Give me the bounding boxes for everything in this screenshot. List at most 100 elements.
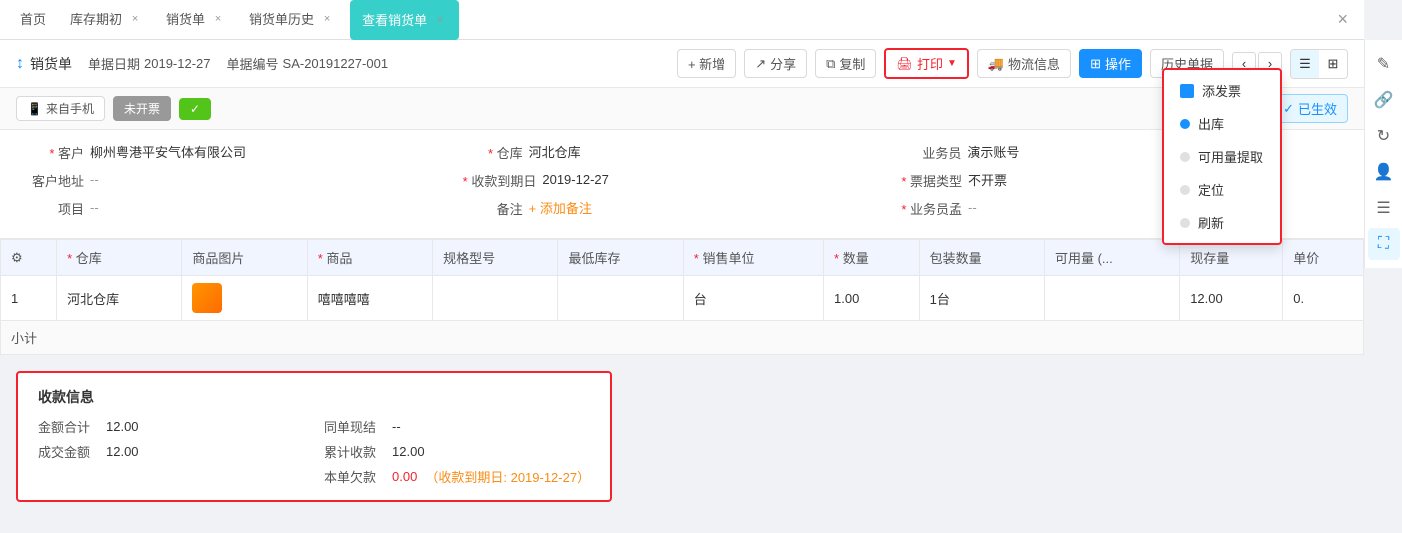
sidebar-list-icon[interactable]: ☰ <box>1368 192 1400 224</box>
total-amount-row: 金额合计 12.00 <box>38 417 304 436</box>
refresh-menu-icon <box>1180 218 1190 228</box>
remark-label: 备注 <box>463 199 523 218</box>
payment-section: 收款信息 金额合计 12.00 同单现结 -- 成交金额 12.00 累计收款 … <box>0 355 1364 518</box>
row-unit-price: 0. <box>1283 276 1364 321</box>
product-thumbnail <box>192 283 222 313</box>
arrears-value: 0.00 <box>392 469 417 484</box>
sub-toolbar: 📱 来自手机 未开票 ✓ ✓ 已核销 ✓ 已生效 <box>0 88 1364 130</box>
col-spec: 规格型号 <box>433 240 558 276</box>
tab-sales-close[interactable]: × <box>211 12 225 26</box>
doc-title: ↕ 销货单 <box>16 54 72 74</box>
row-product: 嘻嘻嘻嘻 <box>307 276 432 321</box>
col-product: 商品 <box>307 240 432 276</box>
sidebar-refresh-icon[interactable]: ↻ <box>1368 120 1400 152</box>
transaction-row: 成交金额 12.00 <box>38 442 304 461</box>
subtotal-label: 小计 <box>1 321 1364 355</box>
table-row: 1 河北仓库 嘻嘻嘻嘻 台 1.00 1台 12.00 0. <box>1 276 1364 321</box>
col-settings[interactable]: ⚙ <box>1 240 57 276</box>
view-grid-btn[interactable]: ⊞ <box>1319 50 1347 78</box>
same-order-row: 同单现结 -- <box>324 417 590 436</box>
logistics-button[interactable]: 🚚 物流信息 <box>977 49 1071 78</box>
outbound-icon <box>1180 119 1190 129</box>
effective-status[interactable]: ✓ 已生效 <box>1272 94 1348 123</box>
project-value: -- <box>90 200 463 216</box>
tab-home[interactable]: 首页 <box>8 0 58 40</box>
copy-button[interactable]: ⧉ 复制 <box>815 49 876 78</box>
project-field: 项目 -- <box>24 199 463 218</box>
sidebar-user-icon[interactable]: 👤 <box>1368 156 1400 188</box>
col-min-stock: 最低库存 <box>558 240 683 276</box>
tab-bar-close-btn[interactable]: × <box>1329 9 1356 30</box>
col-pack-qty: 包装数量 <box>919 240 1044 276</box>
copy-icon: ⧉ <box>826 56 835 72</box>
sidebar-expand-icon[interactable]: ⛶ <box>1368 228 1400 260</box>
tab-bar: 首页 库存期初 × 销货单 × 销货单历史 × 查看销货单 × × <box>0 0 1364 40</box>
tab-sales[interactable]: 销货单 × <box>154 0 237 40</box>
confirm-btn[interactable]: ✓ <box>179 98 211 120</box>
arrears-row: 本单欠款 0.00 （收款到期日: 2019-12-27） <box>324 467 590 486</box>
available-icon <box>1180 152 1190 162</box>
row-product-img <box>182 276 307 321</box>
transaction-value: 12.00 <box>106 444 139 459</box>
print-button[interactable]: 🖨 打印 ▼ <box>884 48 968 79</box>
not-opened-btn[interactable]: 未开票 <box>113 96 171 121</box>
transaction-label: 成交金额 <box>38 442 98 461</box>
project-label: 项目 <box>24 199 84 218</box>
address-field: 客户地址 -- <box>24 171 463 190</box>
warehouse-label: 仓库 <box>463 143 523 162</box>
tab-inventory-close[interactable]: × <box>128 12 142 26</box>
tab-sales-history[interactable]: 销货单历史 × <box>237 0 346 40</box>
dropdown-outbound[interactable]: 出库 <box>1164 107 1280 140</box>
total-amount-label: 金额合计 <box>38 417 98 436</box>
due-date-value: 2019-12-27 <box>542 172 901 188</box>
total-amount-value: 12.00 <box>106 419 139 434</box>
col-sales-unit: 销售单位 <box>683 240 823 276</box>
staff-value: 演示账号 <box>967 142 1340 162</box>
from-phone-btn[interactable]: 📱 来自手机 <box>16 96 105 121</box>
due-date-field: 收款到期日 2019-12-27 <box>463 171 902 190</box>
customer-value: 柳州粤港平安气体有限公司 <box>90 142 463 162</box>
operation-button[interactable]: ⊞ 操作 <box>1079 49 1142 78</box>
col-quantity: 数量 <box>824 240 920 276</box>
dropdown-add-invoice[interactable]: 添发票 <box>1164 74 1280 107</box>
staff-label: 业务员 <box>901 143 961 162</box>
locate-icon <box>1180 185 1190 195</box>
sales-staff-label: 业务员孟 <box>901 199 962 218</box>
sidebar-link-icon[interactable]: 🔗 <box>1368 84 1400 116</box>
col-product-img: 商品图片 <box>182 240 307 276</box>
row-spec <box>433 276 558 321</box>
arrears-label: 本单欠款 <box>324 467 384 486</box>
same-order-value: -- <box>392 419 401 434</box>
new-button[interactable]: + 新增 <box>677 49 736 78</box>
print-dropdown-arrow[interactable]: ▼ <box>947 58 957 69</box>
payment-title: 收款信息 <box>38 387 590 407</box>
tab-inventory[interactable]: 库存期初 × <box>58 0 154 40</box>
share-icon: ↗ <box>755 56 766 72</box>
add-remark-btn[interactable]: + 添加备注 <box>529 198 902 218</box>
payment-grid: 金额合计 12.00 同单现结 -- 成交金额 12.00 累计收款 12.00 <box>38 417 590 486</box>
col-available: 可用量 (... <box>1044 240 1179 276</box>
effective-icon: ✓ <box>1283 101 1294 117</box>
view-toggle: ☰ ⊞ <box>1290 49 1348 79</box>
sidebar-edit-icon[interactable]: ✎ <box>1368 48 1400 80</box>
truck-icon: 🚚 <box>988 56 1004 72</box>
product-table: ⚙ 仓库 商品图片 商品 规格型号 最低库存 销售单位 数量 包装数量 可用量 … <box>0 239 1364 355</box>
tab-check-sales-close[interactable]: × <box>433 13 447 27</box>
tab-sales-history-close[interactable]: × <box>320 12 334 26</box>
dropdown-locate[interactable]: 定位 <box>1164 173 1280 206</box>
row-min-stock <box>558 276 683 321</box>
ticket-type-label: 票据类型 <box>901 171 962 190</box>
tab-check-sales[interactable]: 查看销货单 × <box>350 0 459 40</box>
dropdown-refresh[interactable]: 刷新 <box>1164 206 1280 239</box>
grid-icon: ⊞ <box>1090 56 1101 72</box>
payment-box: 收款信息 金额合计 12.00 同单现结 -- 成交金额 12.00 累计收款 … <box>16 371 612 502</box>
col-unit-price: 单价 <box>1283 240 1364 276</box>
cumulative-label: 累计收款 <box>324 442 384 461</box>
dropdown-available[interactable]: 可用量提取 <box>1164 140 1280 173</box>
view-list-btn[interactable]: ☰ <box>1291 50 1319 78</box>
doc-header: ↕ 销货单 单据日期 2019-12-27 单据编号 SA-20191227-0… <box>0 40 1364 88</box>
ticket-type-value: 不开票 <box>968 170 1340 190</box>
form-area: 客户 柳州粤港平安气体有限公司 仓库 河北仓库 业务员 演示账号 客户地址 --… <box>0 130 1364 239</box>
share-button[interactable]: ↗ 分享 <box>744 49 807 78</box>
col-warehouse: 仓库 <box>57 240 182 276</box>
